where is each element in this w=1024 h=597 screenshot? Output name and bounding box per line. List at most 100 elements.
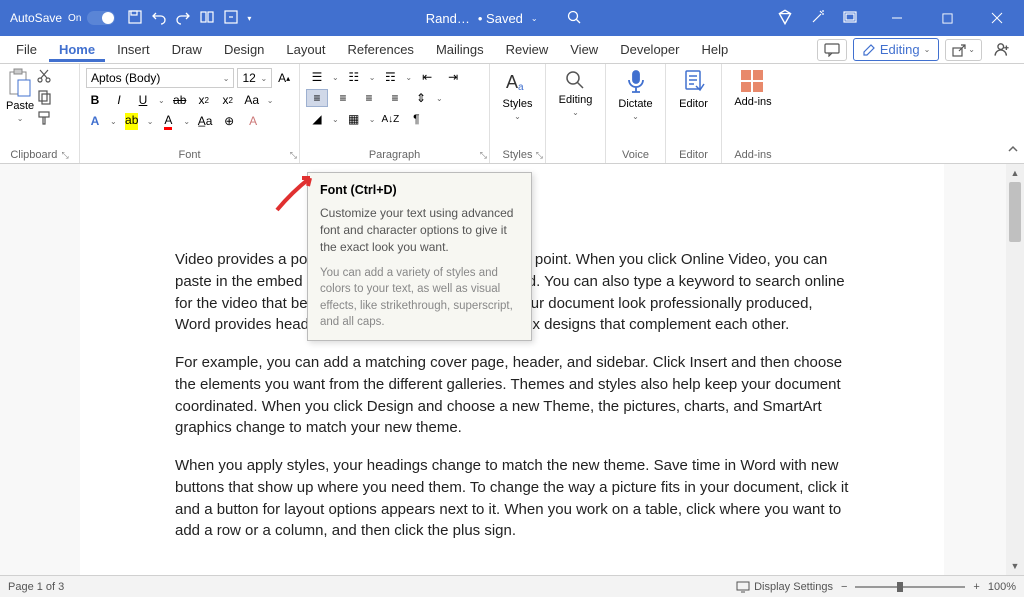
collapse-ribbon-icon[interactable] <box>1006 142 1020 159</box>
doc-menu-icon[interactable]: ⌄ <box>531 14 538 23</box>
scroll-up-icon[interactable]: ▲ <box>1006 164 1024 182</box>
scroll-down-icon[interactable]: ▼ <box>1006 557 1024 575</box>
borders-button[interactable]: ▦ <box>343 110 365 128</box>
minimize-button[interactable] <box>874 3 920 33</box>
numbering-button[interactable]: ☷ <box>343 68 365 86</box>
editing-group: Editing⌄ <box>546 64 606 163</box>
align-left-button[interactable]: ≡ <box>306 89 328 107</box>
editor-button[interactable]: Editor <box>679 68 708 110</box>
zoom-slider[interactable] <box>855 586 965 588</box>
tab-review[interactable]: Review <box>496 37 559 62</box>
wand-icon[interactable] <box>810 9 826 28</box>
undo-icon[interactable] <box>151 9 167 28</box>
tooltip-body-2: You can add a variety of styles and colo… <box>320 265 519 329</box>
format-painter-icon[interactable] <box>36 110 52 129</box>
share-button[interactable]: ⌄ <box>945 39 982 61</box>
font-name-combo[interactable]: Aptos (Body)⌄ <box>86 68 234 88</box>
justify-button[interactable]: ≡ <box>384 89 406 107</box>
bullets-button[interactable]: ☰ <box>306 68 328 86</box>
comments-button[interactable] <box>817 39 847 61</box>
addins-button[interactable]: Add-ins <box>734 68 771 108</box>
paragraph-2: For example, you can add a matching cove… <box>175 352 849 439</box>
ribbon: Paste ⌄ Clipboard⤡ Aptos (Body)⌄ 12⌄ A▴ … <box>0 64 1024 164</box>
underline-button[interactable]: U <box>134 91 152 109</box>
search-icon[interactable] <box>566 9 582 28</box>
superscript-button[interactable]: x2 <box>219 91 237 109</box>
line-spacing-button[interactable]: ⇕ <box>410 89 432 107</box>
editing-label: Editing <box>880 42 920 57</box>
qat-icon[interactable] <box>199 9 215 28</box>
tab-developer[interactable]: Developer <box>610 37 689 62</box>
subscript-button[interactable]: x2 <box>195 91 213 109</box>
zoom-out-button[interactable]: − <box>841 581 847 593</box>
save-status[interactable]: • Saved <box>478 11 523 26</box>
char-shading-button[interactable]: A̲a <box>196 112 214 130</box>
scroll-thumb[interactable] <box>1009 182 1021 242</box>
styles-launcher-icon[interactable]: ⤡ <box>536 150 543 161</box>
diamond-icon[interactable] <box>776 8 794 29</box>
vertical-scrollbar[interactable]: ▲ ▼ <box>1006 164 1024 575</box>
styles-group: Aa Styles⌄ Styles ⤡ <box>490 64 546 163</box>
editing-button[interactable]: Editing⌄ <box>559 68 593 117</box>
autosave-toggle[interactable]: AutoSave On <box>10 11 115 25</box>
tab-references[interactable]: References <box>337 37 423 62</box>
dictate-button[interactable]: Dictate⌄ <box>618 68 652 121</box>
display-settings-button[interactable]: Display Settings <box>736 581 833 593</box>
tab-draw[interactable]: Draw <box>162 37 212 62</box>
zoom-in-button[interactable]: + <box>973 581 979 593</box>
doc-name: Rand… <box>426 11 470 26</box>
tab-insert[interactable]: Insert <box>107 37 160 62</box>
text-effects-button[interactable]: A <box>86 112 104 130</box>
copy-icon[interactable] <box>36 89 52 108</box>
save-icon[interactable] <box>127 9 143 28</box>
show-marks-button[interactable]: ¶ <box>405 110 427 128</box>
tab-home[interactable]: Home <box>49 37 105 62</box>
clipboard-group: Paste ⌄ Clipboard⤡ <box>0 64 80 163</box>
decrease-indent-button[interactable]: ⇤ <box>416 68 438 86</box>
editing-mode-button[interactable]: Editing ⌄ <box>853 38 939 61</box>
multilevel-button[interactable]: ☶ <box>379 68 401 86</box>
bold-button[interactable]: B <box>86 91 104 109</box>
cut-icon[interactable] <box>36 68 52 87</box>
sort-button[interactable]: A↓Z <box>379 110 401 128</box>
editor-group: Editor Editor <box>666 64 722 163</box>
styles-button[interactable]: Aa Styles⌄ <box>503 68 533 121</box>
tab-help[interactable]: Help <box>691 37 738 62</box>
align-right-button[interactable]: ≡ <box>358 89 380 107</box>
clipboard-launcher-icon[interactable]: ⤡ <box>61 150 68 161</box>
highlight-button[interactable]: ab <box>123 112 141 130</box>
maximize-button[interactable] <box>924 3 970 33</box>
window-icon[interactable] <box>842 9 858 28</box>
tab-mailings[interactable]: Mailings <box>426 37 494 62</box>
font-size-combo[interactable]: 12⌄ <box>237 68 272 88</box>
tab-view[interactable]: View <box>560 37 608 62</box>
clear-format-button[interactable]: A <box>244 112 262 130</box>
toggle-switch-icon[interactable] <box>87 11 115 25</box>
addins-group: Add-ins Add-ins <box>722 64 784 163</box>
italic-button[interactable]: I <box>110 91 128 109</box>
redo-icon[interactable] <box>175 9 191 28</box>
title-bar: AutoSave On ▾ Rand… • Saved ⌄ <box>0 0 1024 36</box>
tab-layout[interactable]: Layout <box>276 37 335 62</box>
paragraph-launcher-icon[interactable]: ⤡ <box>480 150 487 161</box>
tab-design[interactable]: Design <box>214 37 274 62</box>
close-button[interactable] <box>974 3 1020 33</box>
strikethrough-button[interactable]: ab <box>171 91 189 109</box>
font-color-button[interactable]: A <box>159 112 177 130</box>
shading-button[interactable]: ◢ <box>306 110 328 128</box>
autosave-label: AutoSave <box>10 11 62 25</box>
align-center-button[interactable]: ≡ <box>332 89 354 107</box>
font-dialog-launcher-icon[interactable]: ⤡ <box>290 150 297 161</box>
account-button[interactable] <box>988 38 1018 62</box>
change-case-button[interactable]: Aa <box>243 91 261 109</box>
grow-font-icon[interactable]: A▴ <box>275 69 293 87</box>
paste-button[interactable]: Paste ⌄ <box>6 68 34 129</box>
tab-file[interactable]: File <box>6 37 47 62</box>
tooltip-body: Customize your text using advanced font … <box>320 205 519 255</box>
font-group: Aptos (Body)⌄ 12⌄ A▴ B I U⌄ ab x2 x2 Aa⌄… <box>80 64 300 163</box>
enclose-button[interactable]: ⊕ <box>220 112 238 130</box>
page-indicator[interactable]: Page 1 of 3 <box>8 581 64 593</box>
increase-indent-button[interactable]: ⇥ <box>442 68 464 86</box>
qat-icon-2[interactable] <box>223 9 239 28</box>
zoom-level[interactable]: 100% <box>988 581 1016 593</box>
